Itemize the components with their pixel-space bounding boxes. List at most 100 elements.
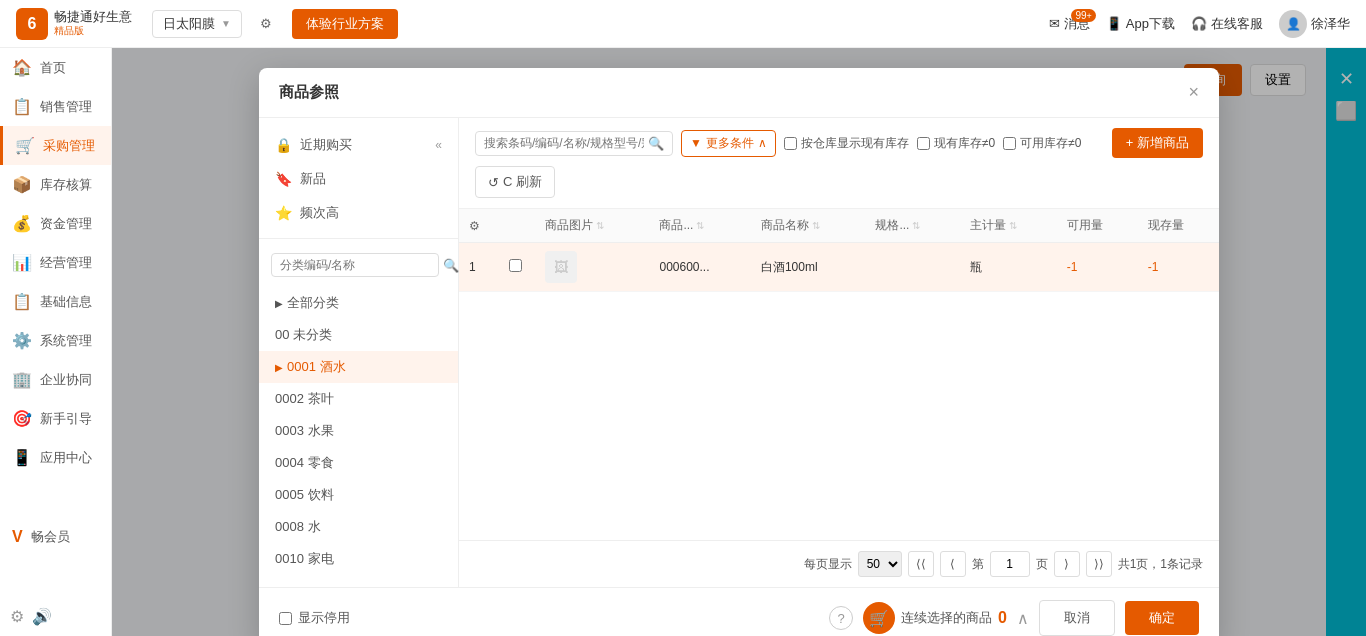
nav-selector[interactable]: 日太阳膜 ▼ [152, 10, 242, 38]
mobile-icon: 📱 [1106, 16, 1122, 31]
main-content: 查询 设置 商品参照 × 🔒 近期 [112, 48, 1366, 636]
prev-page-button[interactable]: ⟨ [940, 551, 966, 577]
filter-bar: 🔍 ▼ 更多条件 ∧ 按仓库显示现有库存 [459, 118, 1219, 209]
cart-area[interactable]: 🛒 连续选择的商品 0 [863, 602, 1007, 634]
recent-icon: 🔒 [275, 137, 292, 153]
footer-right: ? 🛒 连续选择的商品 0 ∧ 取消 确定 [829, 600, 1199, 636]
system-icon: ⚙️ [12, 331, 32, 350]
messages-button[interactable]: ✉ 消息 99+ [1049, 15, 1090, 33]
table-row[interactable]: 1 🖼 000600... 白酒100ml 瓶 [459, 243, 1219, 292]
tab-frequent[interactable]: ⭐ 频次高 [259, 196, 458, 230]
experience-button[interactable]: 体验行业方案 [292, 9, 398, 39]
category-search-icon[interactable]: 🔍 [443, 258, 459, 273]
sidebar-item-finance[interactable]: 💰 资金管理 [0, 204, 111, 243]
sidebar-item-enterprise[interactable]: 🏢 企业协同 [0, 360, 111, 399]
collapse-left-icon[interactable]: « [435, 138, 442, 152]
sidebar-label-system: 系统管理 [40, 332, 92, 350]
cart-icon: 🛒 [863, 602, 895, 634]
sidebar-item-base[interactable]: 📋 基础信息 [0, 282, 111, 321]
last-page-button[interactable]: ⟩⟩ [1086, 551, 1112, 577]
current-stock-checkbox[interactable]: 现有库存≠0 [917, 135, 995, 152]
cat-0010[interactable]: 0010 家电 [259, 543, 458, 575]
sidebar-label-home: 首页 [40, 59, 66, 77]
sidebar-item-home[interactable]: 🏠 首页 [0, 48, 111, 87]
sidebar-item-purchase[interactable]: 🛒 采购管理 [0, 126, 111, 165]
show-in-stock-checkbox[interactable]: 按仓库显示现有库存 [784, 135, 909, 152]
sidebar-item-apps[interactable]: 📱 应用中心 [0, 438, 111, 477]
cell-unit: 瓶 [960, 243, 1057, 292]
guide-icon: 🎯 [12, 409, 32, 428]
sidebar-item-operation[interactable]: 📊 经营管理 [0, 243, 111, 282]
modal-header: 商品参照 × [259, 68, 1219, 118]
col-settings[interactable]: ⚙ [459, 209, 499, 243]
more-conditions-button[interactable]: ▼ 更多条件 ∧ [681, 130, 776, 157]
frequent-icon: ⭐ [275, 205, 292, 221]
category-search-row: 🔍 [259, 247, 458, 283]
cat-00[interactable]: 00 未分类 [259, 319, 458, 351]
user-profile[interactable]: 👤 徐泽华 [1279, 10, 1350, 38]
avatar: 👤 [1279, 10, 1307, 38]
enterprise-icon: 🏢 [12, 370, 32, 389]
sidebar-label-purchase: 采购管理 [43, 137, 95, 155]
next-page-button[interactable]: ⟩ [1054, 551, 1080, 577]
tab-new[interactable]: 🔖 新品 [259, 162, 458, 196]
sort-icon-unit: ⇅ [1009, 220, 1017, 231]
sidebar-item-inventory[interactable]: 📦 库存核算 [0, 165, 111, 204]
cancel-button[interactable]: 取消 [1039, 600, 1115, 636]
first-page-button[interactable]: ⟨⟨ [908, 551, 934, 577]
close-icon[interactable]: × [1188, 82, 1199, 103]
product-search-input[interactable] [484, 136, 644, 150]
col-spec: 规格... ⇅ [865, 209, 959, 243]
category-tree: ▶ 全部分类 00 未分类 ▶ 0001 酒水 0002 茶 [259, 283, 458, 577]
topbar-right: ✉ 消息 99+ 📱 App下载 🎧 在线客服 👤 徐泽华 [1049, 10, 1350, 38]
apps-icon: 📱 [12, 448, 32, 467]
cat-0005[interactable]: 0005 饮料 [259, 479, 458, 511]
sidebar-label-guide: 新手引导 [40, 410, 92, 428]
cat-all[interactable]: ▶ 全部分类 [259, 287, 458, 319]
confirm-button[interactable]: 确定 [1125, 601, 1199, 635]
sidebar-label-enterprise: 企业协同 [40, 371, 92, 389]
volume-icon[interactable]: 🔊 [32, 607, 52, 626]
tab-recent[interactable]: 🔒 近期购买 « [259, 128, 458, 162]
cat-0003[interactable]: 0003 水果 [259, 415, 458, 447]
product-search-box: 🔍 [475, 131, 673, 156]
cat-0004[interactable]: 0004 零食 [259, 447, 458, 479]
cat-0002[interactable]: 0002 茶叶 [259, 383, 458, 415]
logo-sub: 精品版 [54, 24, 132, 38]
online-service-button[interactable]: 🎧 在线客服 [1191, 15, 1263, 33]
col-check [499, 209, 535, 243]
modal-footer: 显示停用 ? 🛒 连续选择的商品 0 ∧ 取消 确定 [259, 587, 1219, 636]
sidebar-item-member[interactable]: V 畅会员 [0, 518, 111, 556]
app-download-button[interactable]: 📱 App下载 [1106, 15, 1175, 33]
page-number-input[interactable] [990, 551, 1030, 577]
sidebar-label-finance: 资金管理 [40, 215, 92, 233]
show-disabled-checkbox[interactable]: 显示停用 [279, 609, 350, 627]
category-search-input[interactable] [271, 253, 439, 277]
search-icon[interactable]: 🔍 [648, 136, 664, 151]
table-header-row: ⚙ 商品图片 ⇅ [459, 209, 1219, 243]
refresh-button[interactable]: ↺ C 刷新 [475, 166, 555, 198]
cell-available: -1 [1057, 243, 1138, 292]
available-stock-checkbox[interactable]: 可用库存≠0 [1003, 135, 1081, 152]
col-unit: 主计量 ⇅ [960, 209, 1057, 243]
sidebar-item-system[interactable]: ⚙️ 系统管理 [0, 321, 111, 360]
cat-0001[interactable]: ▶ 0001 酒水 [259, 351, 458, 383]
sort-icon-image: ⇅ [596, 220, 604, 231]
sidebar-item-guide[interactable]: 🎯 新手引导 [0, 399, 111, 438]
help-icon[interactable]: ? [829, 606, 853, 630]
inventory-icon: 📦 [12, 175, 32, 194]
cell-stock: -1 [1138, 243, 1219, 292]
settings-bottom-icon[interactable]: ⚙ [10, 607, 24, 626]
cell-check[interactable] [499, 243, 535, 292]
gear-icon[interactable]: ⚙ [250, 8, 282, 40]
add-product-button[interactable]: + 新增商品 [1112, 128, 1203, 158]
cat-0008[interactable]: 0008 水 [259, 511, 458, 543]
col-image: 商品图片 ⇅ [535, 209, 649, 243]
sidebar-item-sales[interactable]: 📋 销售管理 [0, 87, 111, 126]
logo-icon: 6 [16, 8, 48, 40]
arrow-icon-0001: ▶ [275, 362, 283, 373]
collapse-footer-icon[interactable]: ∧ [1017, 609, 1029, 628]
per-page-select[interactable]: 50 [858, 551, 902, 577]
nav-selector-label: 日太阳膜 [163, 15, 215, 33]
modal-body: 🔒 近期购买 « 🔖 新品 ⭐ 频次高 [259, 118, 1219, 587]
